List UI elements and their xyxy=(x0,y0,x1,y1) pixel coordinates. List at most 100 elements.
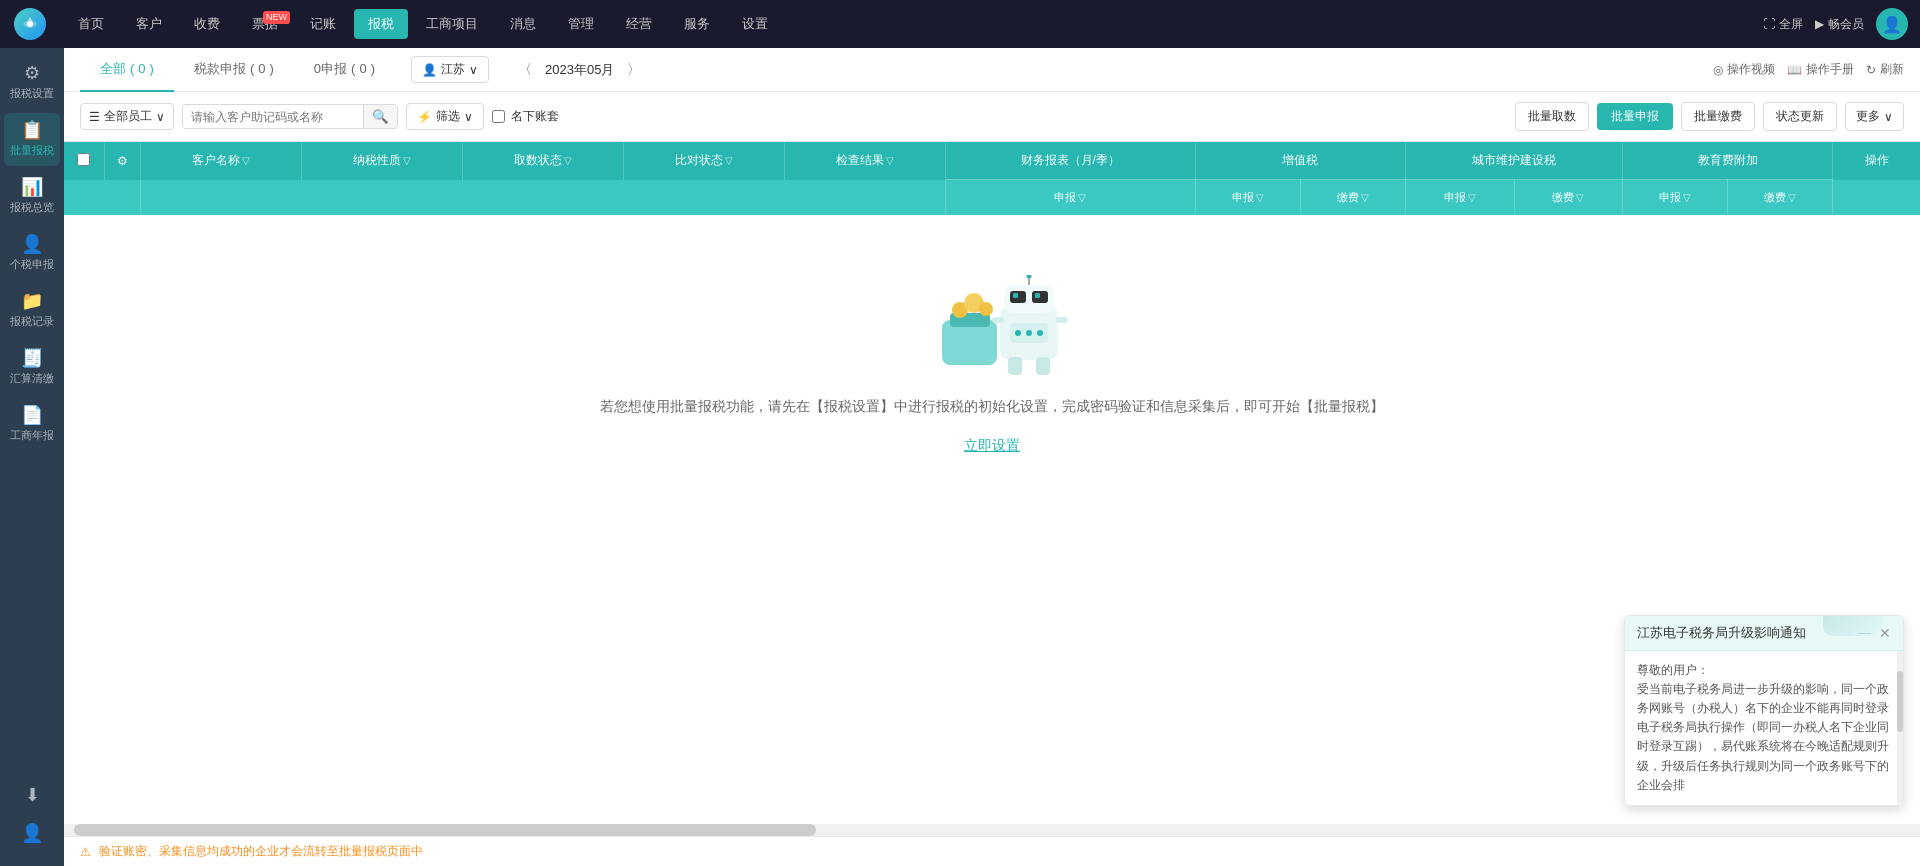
operation-video-link[interactable]: ◎ 操作视频 xyxy=(1713,61,1775,78)
tab-tax-declare[interactable]: 税款申报 (0) xyxy=(174,48,294,92)
th-financial-report: 财务报表（月/季） xyxy=(945,142,1195,180)
notif-scroll-thumb xyxy=(1897,671,1903,733)
employee-select[interactable]: ☰ 全部员工 ∨ xyxy=(80,103,174,130)
table-sub-header-row: 申报 ▽ 申报 ▽ 缴费 xyxy=(64,180,1920,216)
sidebar-user[interactable]: 👤 xyxy=(4,816,60,850)
filter-icon: ▽ xyxy=(1078,192,1086,203)
sidebar-item-clearance[interactable]: 🧾 汇算清缴 xyxy=(4,341,60,394)
batch-fetch-button[interactable]: 批量取数 xyxy=(1515,102,1589,131)
filter-icon: ▽ xyxy=(1256,192,1264,203)
member-icon: ▶ xyxy=(1815,17,1824,31)
filter-button[interactable]: ⚡ 筛选 ∨ xyxy=(406,103,484,130)
batch-pay-button[interactable]: 批量缴费 xyxy=(1681,102,1755,131)
search-button[interactable]: 🔍 xyxy=(363,105,397,128)
nav-business[interactable]: 工商项目 xyxy=(412,9,492,39)
account-checkbox[interactable] xyxy=(492,110,505,123)
refresh-button[interactable]: ↻ 刷新 xyxy=(1866,61,1904,78)
setup-link[interactable]: 立即设置 xyxy=(964,437,1020,455)
fullscreen-icon: ⛶ xyxy=(1763,17,1775,31)
avatar[interactable]: 👤 xyxy=(1876,8,1908,40)
th-compare-status[interactable]: 比对状态 ▽ xyxy=(623,142,784,180)
status-update-button[interactable]: 状态更新 xyxy=(1763,102,1837,131)
sidebar-download[interactable]: ⬇ xyxy=(4,778,60,812)
tab-zero-declare[interactable]: 0申报 (0) xyxy=(294,48,395,92)
filter-icon: ▽ xyxy=(242,155,250,166)
sidebar-item-tax-settings[interactable]: ⚙ 报税设置 xyxy=(4,56,60,109)
nav-right-actions: ⛶ 全屏 ▶ 畅会员 👤 xyxy=(1763,8,1908,40)
bottom-bar: ⚠ 验证账密、采集信息均成功的企业才会流转至批量报税页面中 xyxy=(64,836,1920,866)
select-all-checkbox[interactable] xyxy=(77,153,90,166)
member-button[interactable]: ▶ 畅会员 xyxy=(1815,16,1864,33)
notif-decoration xyxy=(1823,616,1883,636)
sidebar-item-tax-records[interactable]: 📁 报税记录 xyxy=(4,284,60,337)
more-button[interactable]: 更多 ∨ xyxy=(1845,102,1904,131)
new-badge: NEW xyxy=(263,11,290,24)
th-vat-pay[interactable]: 缴费 ▽ xyxy=(1300,180,1405,216)
sidebar-bottom: ⬇ 👤 xyxy=(4,778,60,858)
tax-overview-icon: 📊 xyxy=(21,178,43,196)
province-select[interactable]: 👤 江苏 ∨ xyxy=(411,56,489,83)
sidebar-item-batch-tax[interactable]: 📋 批量报税 xyxy=(4,113,60,166)
nav-customer[interactable]: 客户 xyxy=(122,9,176,39)
download-icon: ⬇ xyxy=(25,786,40,804)
chevron-down-icon: ∨ xyxy=(469,63,478,77)
nav-home[interactable]: 首页 xyxy=(64,9,118,39)
empty-text: 若您想使用批量报税功能，请先在【报税设置】中进行报税的初始化设置，完成密码验证和… xyxy=(600,395,1384,417)
notif-title: 江苏电子税务局升级影响通知 xyxy=(1637,624,1806,642)
tab-all[interactable]: 全部 (0) xyxy=(80,48,174,92)
tax-records-icon: 📁 xyxy=(21,292,43,310)
nav-billing[interactable]: 收费 xyxy=(180,9,234,39)
sidebar-label-personal-tax: 个税申报 xyxy=(10,257,54,272)
notification-panel: 江苏电子税务局升级影响通知 — ✕ 尊敬的用户： 受当前电子税务局进一步升级的影… xyxy=(1624,615,1904,806)
nav-tax[interactable]: 报税 xyxy=(354,9,408,39)
sidebar-item-personal-tax[interactable]: 👤 个税申报 xyxy=(4,227,60,280)
scroll-thumb xyxy=(74,824,816,836)
th-vat-declare[interactable]: 申报 ▽ xyxy=(1195,180,1300,216)
nav-invoice[interactable]: 票据 NEW xyxy=(238,9,292,39)
nav-message[interactable]: 消息 xyxy=(496,9,550,39)
sidebar-label-annual-report: 工商年报 xyxy=(10,428,54,443)
personal-tax-icon: 👤 xyxy=(21,235,43,253)
video-icon: ◎ xyxy=(1713,63,1723,77)
manual-icon: 📖 xyxy=(1787,63,1802,77)
nav-accounting[interactable]: 记账 xyxy=(296,9,350,39)
nav-operation[interactable]: 经营 xyxy=(612,9,666,39)
search-wrap: 🔍 xyxy=(182,104,398,129)
search-input[interactable] xyxy=(183,106,363,128)
nav-settings[interactable]: 设置 xyxy=(728,9,782,39)
th-financial-declare[interactable]: 申报 ▽ xyxy=(945,180,1195,216)
sidebar-label-tax-settings: 报税设置 xyxy=(10,86,54,101)
th-city-pay[interactable]: 缴费 ▽ xyxy=(1514,180,1622,216)
empty-state: 若您想使用批量报税功能，请先在【报税设置】中进行报税的初始化设置，完成密码验证和… xyxy=(64,215,1920,515)
filter-icon: ▽ xyxy=(1468,192,1476,203)
th-edu-pay[interactable]: 缴费 ▽ xyxy=(1728,180,1833,216)
notif-scrollbar[interactable] xyxy=(1897,651,1903,805)
nav-management[interactable]: 管理 xyxy=(554,9,608,39)
th-city-tax: 城市维护建设税 xyxy=(1406,142,1623,180)
th-fetch-status[interactable]: 取数状态 ▽ xyxy=(462,142,623,180)
fullscreen-button[interactable]: ⛶ 全屏 xyxy=(1763,16,1803,33)
notif-greeting: 尊敬的用户： xyxy=(1637,661,1891,680)
nav-service[interactable]: 服务 xyxy=(670,9,724,39)
horizontal-scrollbar[interactable] xyxy=(64,824,1920,836)
th-check-result[interactable]: 检查结果 ▽ xyxy=(784,142,945,180)
sidebar-item-tax-overview[interactable]: 📊 报税总览 xyxy=(4,170,60,223)
sidebar-label-batch-tax: 批量报税 xyxy=(10,143,54,158)
th-edu-declare[interactable]: 申报 ▽ xyxy=(1622,180,1727,216)
svg-point-0 xyxy=(27,21,33,27)
sidebar-item-annual-report[interactable]: 📄 工商年报 xyxy=(4,398,60,451)
next-month-button[interactable]: 〉 xyxy=(622,58,646,82)
th-city-declare[interactable]: 申报 ▽ xyxy=(1406,180,1514,216)
operation-manual-link[interactable]: 📖 操作手册 xyxy=(1787,61,1854,78)
filter-icon: ▽ xyxy=(1576,192,1584,203)
batch-declare-button[interactable]: 批量申报 xyxy=(1597,103,1673,130)
sidebar-label-tax-records: 报税记录 xyxy=(10,314,54,329)
settings-icon[interactable]: ⚙ xyxy=(117,154,128,168)
th-tax-type[interactable]: 纳税性质 ▽ xyxy=(301,142,462,180)
svg-point-5 xyxy=(979,302,993,316)
logo[interactable] xyxy=(12,6,48,42)
prev-month-button[interactable]: 〈 xyxy=(513,58,537,82)
svg-point-13 xyxy=(1027,275,1032,279)
th-customer-name[interactable]: 客户名称 ▽ xyxy=(140,142,301,180)
account-checkbox-label[interactable]: 名下账套 xyxy=(492,108,559,125)
